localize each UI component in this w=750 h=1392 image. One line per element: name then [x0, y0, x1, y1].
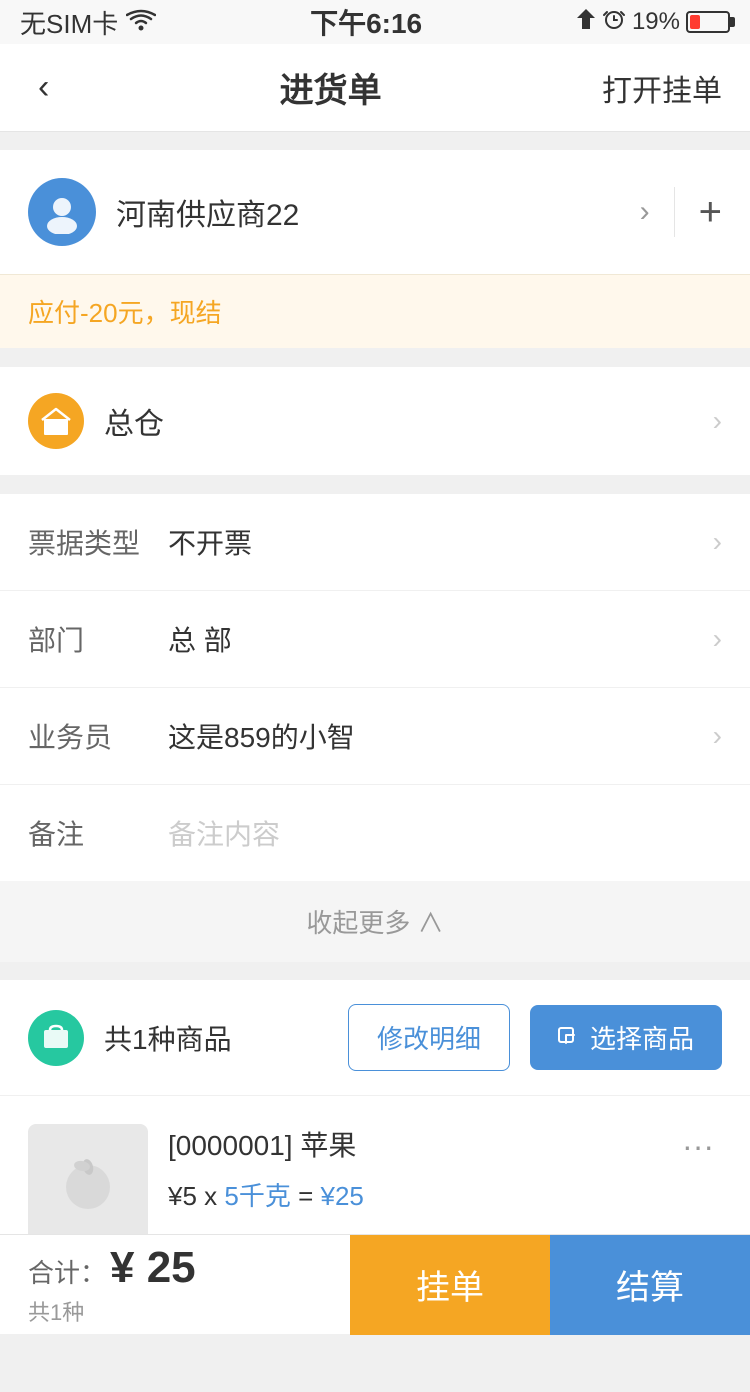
product-thumbnail [28, 1124, 148, 1244]
edit-detail-button[interactable]: 修改明细 [348, 1004, 510, 1071]
supplier-row[interactable]: 河南供应商22 › + [0, 150, 750, 274]
footer-bar: 合计： ¥ 25 共1种 挂单 结算 [0, 1234, 750, 1334]
warehouse-section: 总仓 › [0, 366, 750, 475]
products-count: 共1种商品 [104, 1018, 328, 1058]
products-header: 共1种商品 修改明细 选择商品 [0, 980, 750, 1095]
supplier-section: 河南供应商22 › + 应付-20元，现结 [0, 150, 750, 348]
invoice-label: 票据类型 [28, 522, 148, 562]
sales-chevron-icon: › [713, 720, 722, 752]
battery-icon [686, 11, 730, 33]
invoice-row[interactable]: 票据类型 不开票 › [0, 493, 750, 590]
warehouse-name: 总仓 [104, 399, 713, 443]
product-price: ¥5 x 5千克 = ¥25 [168, 1176, 654, 1213]
department-label: 部门 [28, 619, 148, 659]
main-content: 河南供应商22 › + 应付-20元，现结 总仓 › 票据类型 [0, 132, 750, 1392]
notice-text: 应付-20元，现结 [28, 298, 222, 328]
sales-row[interactable]: 业务员 这是859的小智 › [0, 687, 750, 784]
footer-total: 合计： ¥ 25 共1种 [0, 1243, 350, 1327]
supplier-avatar [28, 178, 96, 246]
section-gap-2 [0, 348, 750, 366]
status-right: 19% [576, 7, 730, 38]
open-hang-button[interactable]: 打开挂单 [602, 66, 722, 110]
warehouse-chevron-icon: › [713, 405, 722, 437]
products-icon [28, 1010, 84, 1066]
total-amount: ¥ 25 [110, 1243, 196, 1293]
supplier-divider [674, 187, 675, 237]
department-value: 总 部 [148, 619, 713, 659]
price-eq: = [298, 1181, 320, 1211]
product-info: [0000001] 苹果 ¥5 x 5千克 = ¥25 [168, 1124, 654, 1213]
products-section: 共1种商品 修改明细 选择商品 [0000001] [0, 980, 750, 1272]
product-code: [0000001] [168, 1130, 293, 1161]
status-bar: 无SIM卡 下午6:16 19% [0, 0, 750, 44]
collapse-bar[interactable]: 收起更多 ∧ [0, 881, 750, 962]
select-product-label: 选择商品 [590, 1019, 694, 1056]
location-icon [576, 8, 596, 37]
alarm-icon [602, 7, 626, 38]
nav-bar: ‹ 进货单 打开挂单 [0, 44, 750, 132]
warehouse-icon [28, 393, 84, 449]
department-row[interactable]: 部门 总 部 › [0, 590, 750, 687]
supplier-chevron-icon: › [640, 195, 650, 229]
sales-value: 这是859的小智 [148, 716, 713, 756]
product-total: ¥25 [321, 1181, 364, 1211]
total-count: 共1种 [28, 1295, 322, 1327]
collapse-label: 收起更多 ∧ [306, 908, 443, 938]
add-supplier-button[interactable]: + [699, 190, 722, 235]
form-section: 票据类型 不开票 › 部门 总 部 › 业务员 这是859的小智 › 备注 备注… [0, 493, 750, 881]
checkout-label: 结算 [616, 1260, 684, 1309]
invoice-value: 不开票 [148, 522, 713, 562]
status-time: 下午6:16 [310, 2, 422, 42]
section-gap-1 [0, 132, 750, 150]
invoice-chevron-icon: › [713, 526, 722, 558]
product-name: [0000001] 苹果 [168, 1124, 654, 1164]
warehouse-row[interactable]: 总仓 › [0, 366, 750, 475]
total-label: 合计： [28, 1253, 106, 1290]
remark-label: 备注 [28, 813, 148, 853]
price-value: ¥5 [168, 1181, 197, 1211]
back-button[interactable]: ‹ [28, 58, 59, 117]
section-gap-3 [0, 475, 750, 493]
product-menu-button[interactable]: ··· [674, 1124, 722, 1169]
notice-bar: 应付-20元，现结 [0, 274, 750, 348]
product-qty: 5千克 [224, 1181, 290, 1211]
product-title: 苹果 [300, 1130, 356, 1161]
status-left: 无SIM卡 [20, 4, 156, 41]
department-chevron-icon: › [713, 623, 722, 655]
page-title: 进货单 [280, 63, 382, 112]
select-product-button[interactable]: 选择商品 [530, 1005, 722, 1070]
checkout-button[interactable]: 结算 [550, 1235, 750, 1335]
sales-label: 业务员 [28, 716, 148, 756]
remark-placeholder: 备注内容 [148, 813, 722, 853]
battery-percentage: 19% [632, 8, 680, 36]
carrier-text: 无SIM卡 [20, 4, 118, 41]
section-gap-4 [0, 962, 750, 980]
hang-button[interactable]: 挂单 [350, 1235, 550, 1335]
wifi-icon [126, 7, 156, 38]
supplier-name: 河南供应商22 [116, 190, 640, 234]
remark-row[interactable]: 备注 备注内容 [0, 784, 750, 881]
hang-label: 挂单 [416, 1260, 484, 1309]
price-x: x [204, 1181, 224, 1211]
